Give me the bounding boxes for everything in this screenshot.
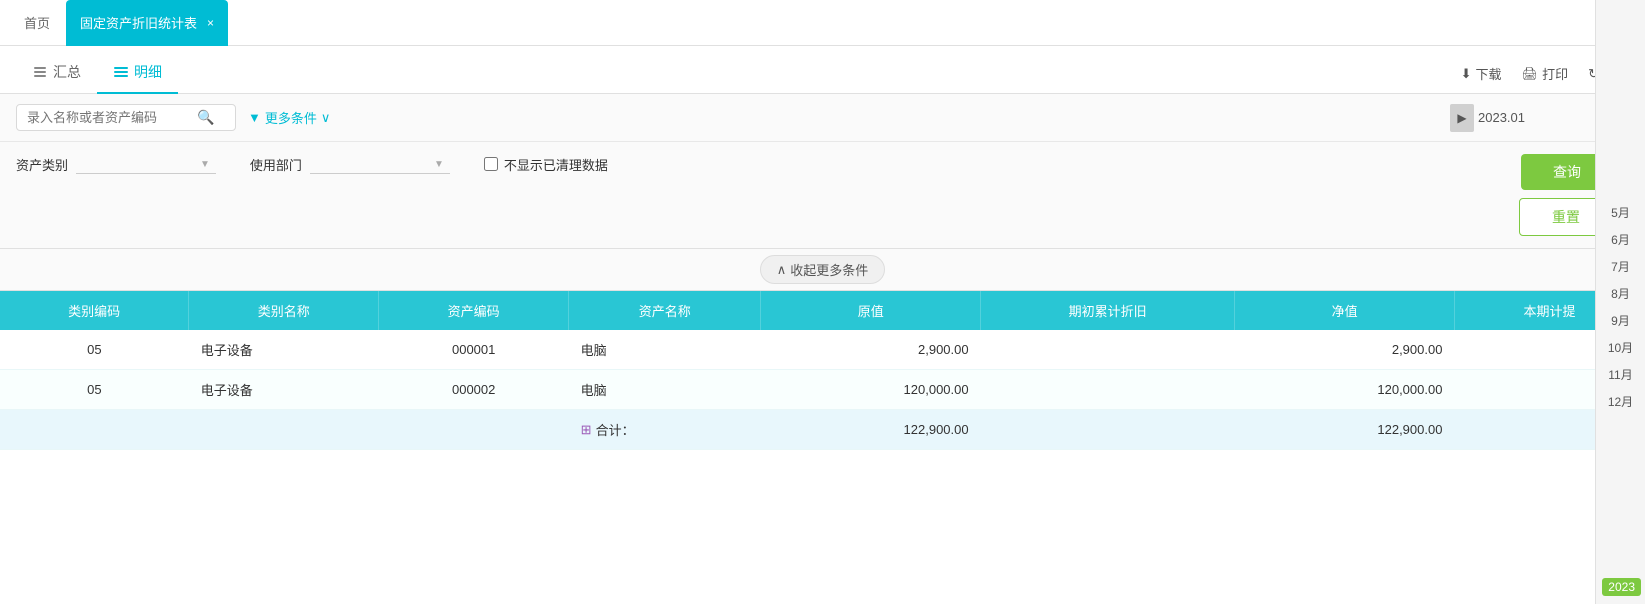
list-icon — [113, 64, 129, 80]
data-table-wrap: 类别编码 类别名称 资产编码 资产名称 原值 期初累计折旧 净值 本期计提 05… — [0, 291, 1645, 604]
month-9[interactable]: 9月 — [1596, 308, 1645, 333]
print-button[interactable]: 🖨 打印 — [1522, 64, 1569, 83]
table-row: 05 电子设备 000002 电脑 120,000.00 120,000.00 — [0, 370, 1645, 410]
col-category-name: 类别名称 — [189, 291, 379, 330]
total-acc-depreciation — [981, 410, 1235, 450]
collapse-label: 收起更多条件 — [790, 260, 868, 279]
department-label: 使用部门 — [250, 155, 302, 174]
cell-category-code-2: 05 — [0, 370, 189, 410]
close-tab-icon[interactable]: × — [207, 16, 214, 30]
chevron-up-icon: ∧ — [777, 262, 787, 278]
cell-acc-depreciation-1 — [981, 330, 1235, 370]
filter-icon: ▼ — [248, 110, 261, 125]
collapse-button[interactable]: ∧ 收起更多条件 — [760, 255, 886, 284]
month-6[interactable]: 6月 — [1596, 227, 1645, 252]
tab-label: 固定资产折旧统计表 — [80, 13, 197, 32]
month-11[interactable]: 11月 — [1596, 362, 1645, 387]
sub-tabs: 汇总 明细 ⬇ 下载 🖨 打印 ↻ 刷新 — [0, 46, 1645, 94]
total-icon: ⊞ — [581, 422, 592, 438]
cell-asset-name-1: 电脑 — [569, 330, 761, 370]
download-button[interactable]: ⬇ 下载 — [1461, 64, 1502, 83]
print-label: 打印 — [1542, 64, 1568, 83]
main-tab[interactable]: 固定资产折旧统计表 × — [66, 0, 228, 46]
cell-original-value-1: 2,900.00 — [761, 330, 981, 370]
cell-category-code-1: 05 — [0, 330, 189, 370]
detail-tab-label: 明细 — [134, 62, 162, 82]
hide-cleaned-label: 不显示已清理数据 — [504, 155, 608, 174]
search-icon[interactable]: 🔍 — [197, 109, 214, 126]
table-row: 05 电子设备 000001 电脑 2,900.00 2,900.00 — [0, 330, 1645, 370]
asset-category-label: 资产类别 — [16, 155, 68, 174]
asset-category-filter: 资产类别 ▼ — [16, 154, 210, 174]
total-label-wrap: ⊞ 合计： — [581, 420, 749, 439]
cell-asset-code-1: 000001 — [379, 330, 569, 370]
col-original-value: 原值 — [761, 291, 981, 330]
tab-summary[interactable]: 汇总 — [16, 52, 97, 94]
col-acc-depreciation: 期初累计折旧 — [981, 291, 1235, 330]
collapse-bar: ∧ 收起更多条件 — [0, 249, 1645, 291]
more-filter-label: 更多条件 — [265, 108, 317, 127]
department-select[interactable] — [310, 154, 450, 174]
cell-category-name-2: 电子设备 — [189, 370, 379, 410]
hide-cleaned-checkbox[interactable] — [484, 157, 498, 171]
department-filter: 使用部门 ▼ — [250, 154, 444, 174]
side-month-nav: 5月 6月 7月 8月 9月 10月 11月 12月 — [1595, 0, 1645, 604]
col-category-code: 类别编码 — [0, 291, 189, 330]
main-content: 汇总 明细 ⬇ 下载 🖨 打印 ↻ 刷新 — [0, 46, 1645, 604]
layers-icon — [32, 64, 48, 80]
download-label: 下载 — [1476, 64, 1502, 83]
search-input-wrap: 🔍 — [16, 104, 236, 131]
total-original-value: 122,900.00 — [761, 410, 981, 450]
total-icon-cell — [0, 410, 569, 450]
table-header-row: 类别编码 类别名称 资产编码 资产名称 原值 期初累计折旧 净值 本期计提 — [0, 291, 1645, 330]
cell-category-name-1: 电子设备 — [189, 330, 379, 370]
search-input[interactable] — [27, 110, 197, 125]
month-7[interactable]: 7月 — [1596, 254, 1645, 279]
top-nav: 首页 固定资产折旧统计表 × × — [0, 0, 1645, 46]
col-asset-name: 资产名称 — [569, 291, 761, 330]
date-display: 2023.01 — [1478, 110, 1525, 125]
search-bar: 🔍 ▼ 更多条件 ∨ ▶ 2023.01 — [0, 94, 1645, 142]
total-text: 合计： — [596, 420, 635, 439]
cell-original-value-2: 120,000.00 — [761, 370, 981, 410]
more-filter-button[interactable]: ▼ 更多条件 ∨ — [248, 108, 330, 127]
total-row: ⊞ 合计： 122,900.00 122,900.00 — [0, 410, 1645, 450]
month-5[interactable]: 5月 — [1596, 200, 1645, 225]
filter-row-1: 资产类别 ▼ 使用部门 — [16, 154, 1503, 174]
total-label-cell: ⊞ 合计： — [569, 410, 761, 450]
hide-cleaned-filter: 不显示已清理数据 — [484, 155, 608, 174]
chevron-down-icon: ∨ — [321, 110, 331, 126]
print-icon: 🖨 — [1522, 66, 1539, 82]
cell-acc-depreciation-2 — [981, 370, 1235, 410]
tab-detail[interactable]: 明细 — [97, 52, 178, 94]
nav-arrow-right[interactable]: ▶ — [1450, 104, 1474, 132]
data-table: 类别编码 类别名称 资产编码 资产名称 原值 期初累计折旧 净值 本期计提 05… — [0, 291, 1645, 450]
month-10[interactable]: 10月 — [1596, 335, 1645, 360]
asset-category-select[interactable] — [76, 154, 216, 174]
cell-asset-name-2: 电脑 — [569, 370, 761, 410]
cell-net-value-2: 120,000.00 — [1235, 370, 1455, 410]
download-icon: ⬇ — [1461, 66, 1472, 82]
month-8[interactable]: 8月 — [1596, 281, 1645, 306]
cell-net-value-1: 2,900.00 — [1235, 330, 1455, 370]
col-asset-code: 资产编码 — [379, 291, 569, 330]
month-12[interactable]: 12月 — [1596, 389, 1645, 414]
home-nav[interactable]: 首页 — [16, 13, 58, 32]
col-net-value: 净值 — [1235, 291, 1455, 330]
year-badge: 2023 — [1602, 578, 1641, 596]
filter-area: 资产类别 ▼ 使用部门 — [0, 142, 1645, 249]
summary-tab-label: 汇总 — [53, 62, 81, 82]
cell-asset-code-2: 000002 — [379, 370, 569, 410]
total-net-value: 122,900.00 — [1235, 410, 1455, 450]
